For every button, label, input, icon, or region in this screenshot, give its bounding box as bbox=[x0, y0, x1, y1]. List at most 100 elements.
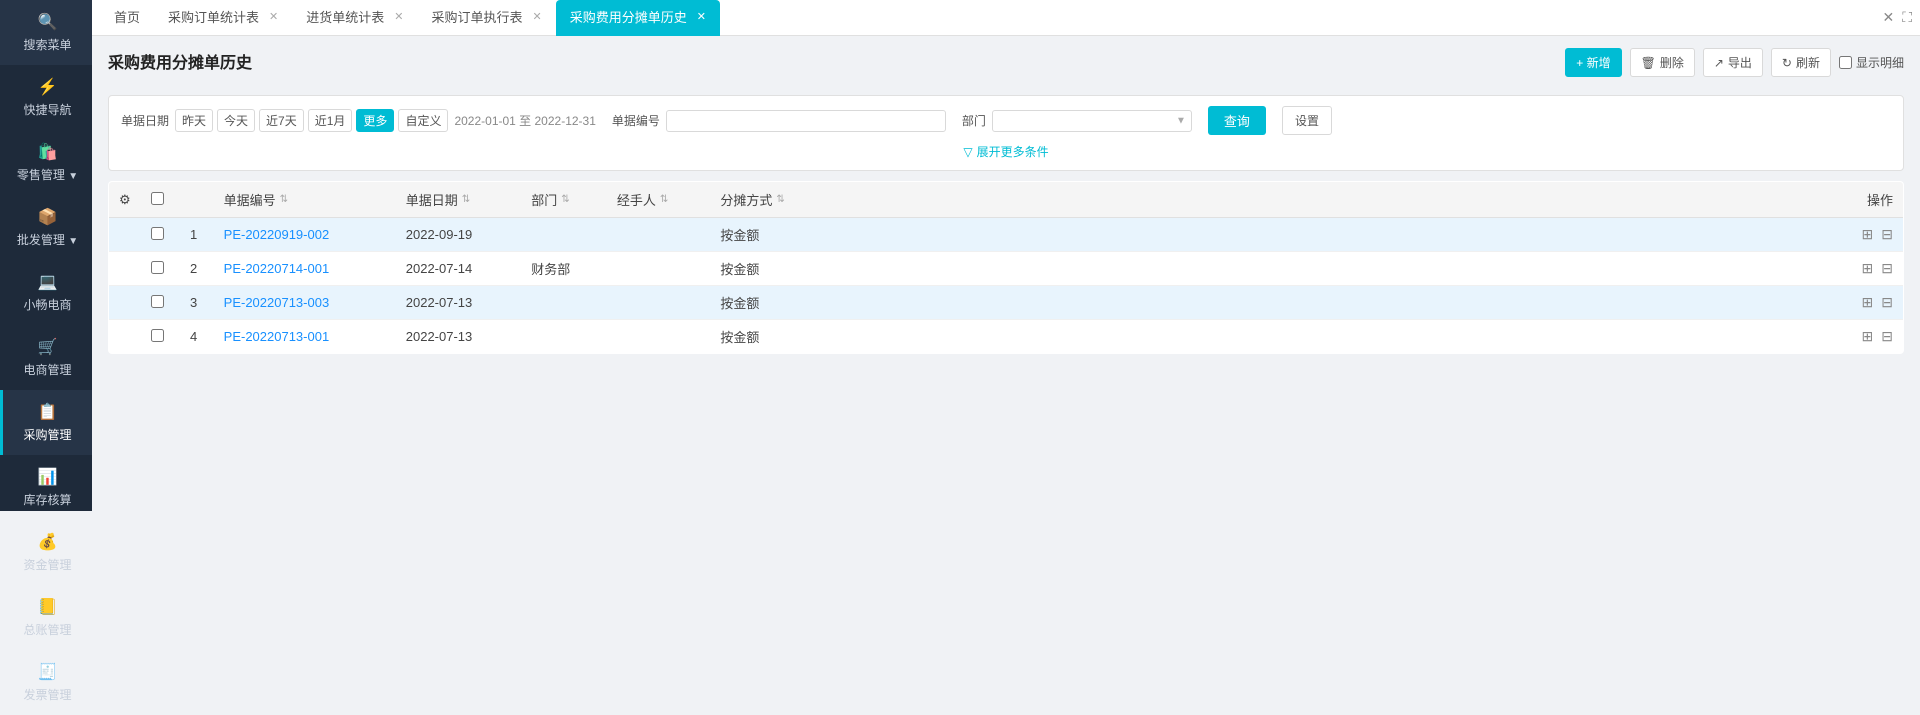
filter-dept: 部门 ▼ bbox=[962, 110, 1192, 132]
date-label: 单据日期 bbox=[121, 112, 169, 129]
wholesale-icon: 📦 bbox=[9, 207, 86, 227]
docno-link[interactable]: PE-20220919-002 bbox=[224, 227, 330, 242]
date-btn-today[interactable]: 今天 bbox=[217, 109, 255, 132]
tab-purchase-order-stats[interactable]: 采购订单统计表 ✕ bbox=[154, 0, 292, 36]
refresh-button[interactable]: ↻ 刷新 bbox=[1771, 48, 1831, 77]
docno-link[interactable]: PE-20220714-001 bbox=[224, 261, 330, 276]
tab-purchase-cost-history[interactable]: 采购费用分摊单历史 ✕ bbox=[556, 0, 720, 36]
sort-dept-icon[interactable]: ⇅ bbox=[561, 194, 569, 205]
row-more-icon[interactable]: ⊟ bbox=[1881, 260, 1893, 277]
tab-close-purchase-execute[interactable]: ✕ bbox=[533, 10, 542, 23]
row-settings[interactable] bbox=[109, 286, 141, 320]
row-more-icon[interactable]: ⊟ bbox=[1881, 294, 1893, 311]
row-edit-icon[interactable]: ⊞ bbox=[1862, 294, 1874, 311]
filter-row: 单据日期 昨天 今天 近7天 近1月 更多 自定义 2022-01-01 至 2… bbox=[121, 106, 1891, 135]
sidebar-item-invoice[interactable]: 🧾 发票管理 bbox=[0, 650, 92, 715]
dept-select[interactable] bbox=[992, 110, 1192, 132]
query-button[interactable]: 查询 bbox=[1208, 106, 1266, 135]
dept-label: 部门 bbox=[962, 112, 986, 129]
tab-purchase-execute[interactable]: 采购订单执行表 ✕ bbox=[417, 0, 555, 36]
row-date: 2022-07-14 bbox=[396, 252, 521, 286]
export-button[interactable]: ↗ 导出 bbox=[1703, 48, 1763, 77]
tab-close-purchase-cost-history[interactable]: ✕ bbox=[697, 10, 706, 23]
docno-input[interactable] bbox=[666, 110, 946, 132]
row-split-method: 按金额 bbox=[710, 218, 1787, 252]
sidebar-item-ecommerce[interactable]: 🛒 电商管理 bbox=[0, 325, 92, 390]
ecommerce-icon: 🛒 bbox=[9, 337, 86, 357]
show-detail-checkbox[interactable]: 显示明细 bbox=[1839, 54, 1904, 71]
inventory-icon: 📊 bbox=[9, 467, 86, 487]
page-title: 采购费用分摊单历史 bbox=[108, 49, 252, 73]
row-edit-icon[interactable]: ⊞ bbox=[1862, 260, 1874, 277]
show-detail-input[interactable] bbox=[1839, 56, 1852, 69]
row-more-icon[interactable]: ⊟ bbox=[1881, 226, 1893, 243]
tab-close-purchase-order-stats[interactable]: ✕ bbox=[269, 10, 278, 23]
date-btn-yesterday[interactable]: 昨天 bbox=[175, 109, 213, 132]
row-actions: ⊞ ⊟ bbox=[1787, 320, 1903, 354]
row-checkbox[interactable] bbox=[141, 320, 174, 354]
ecommerce-small-icon: 💻 bbox=[9, 272, 86, 292]
sidebar-item-purchase[interactable]: 📋 采购管理 bbox=[0, 390, 92, 455]
th-action: 操作 bbox=[1787, 182, 1903, 218]
sort-date-icon[interactable]: ⇅ bbox=[462, 194, 470, 205]
add-button[interactable]: + 新增 bbox=[1565, 48, 1621, 77]
date-btn-1month[interactable]: 近1月 bbox=[308, 109, 353, 132]
date-btn-7days[interactable]: 近7天 bbox=[259, 109, 304, 132]
docno-label: 单据编号 bbox=[612, 112, 660, 129]
sort-docno-icon[interactable]: ⇅ bbox=[280, 194, 288, 205]
row-dept: 财务部 bbox=[521, 252, 607, 286]
row-docno: PE-20220919-002 bbox=[214, 218, 396, 252]
docno-link[interactable]: PE-20220713-003 bbox=[224, 295, 330, 310]
row-more-icon[interactable]: ⊟ bbox=[1881, 328, 1893, 345]
row-handler bbox=[607, 218, 711, 252]
row-edit-icon[interactable]: ⊞ bbox=[1862, 226, 1874, 243]
row-num: 2 bbox=[174, 252, 214, 286]
tab-close-inbound-stats[interactable]: ✕ bbox=[394, 10, 403, 23]
tab-inbound-stats[interactable]: 进货单统计表 ✕ bbox=[292, 0, 417, 36]
row-settings[interactable] bbox=[109, 320, 141, 354]
sidebar-item-finance[interactable]: 💰 资金管理 bbox=[0, 520, 92, 585]
maximize-icon[interactable]: ⛶ bbox=[1902, 9, 1912, 26]
sidebar-item-search[interactable]: 🔍 搜索菜单 bbox=[0, 0, 92, 65]
docno-link[interactable]: PE-20220713-001 bbox=[224, 329, 330, 344]
row-settings[interactable] bbox=[109, 252, 141, 286]
row-date: 2022-07-13 bbox=[396, 286, 521, 320]
th-handler: 经手人 ⇅ bbox=[607, 182, 711, 218]
row-checkbox[interactable] bbox=[141, 252, 174, 286]
close-all-tabs-icon[interactable]: ✕ bbox=[1882, 9, 1894, 26]
filter-bar: 单据日期 昨天 今天 近7天 近1月 更多 自定义 2022-01-01 至 2… bbox=[108, 95, 1904, 171]
sidebar-item-ecommerce-small[interactable]: 💻 小畅电商 bbox=[0, 260, 92, 325]
th-settings[interactable]: ⚙ bbox=[109, 182, 141, 218]
sidebar-item-retail[interactable]: 🛍️ 零售管理 ▼ bbox=[0, 130, 92, 195]
sidebar-item-wholesale[interactable]: 📦 批发管理 ▼ bbox=[0, 195, 92, 260]
table-row: 1 PE-20220919-002 2022-09-19 按金额 ⊞ ⊟ bbox=[109, 218, 1904, 252]
sort-handler-icon[interactable]: ⇅ bbox=[660, 194, 668, 205]
filter-settings-button[interactable]: 设置 bbox=[1282, 106, 1332, 135]
toolbar: + 新增 🗑 删除 ↗ 导出 ↻ 刷新 显示明细 bbox=[1565, 48, 1904, 77]
sidebar-item-quick-nav[interactable]: ⚡ 快捷导航 bbox=[0, 65, 92, 130]
ledger-icon: 📒 bbox=[9, 597, 86, 617]
row-edit-icon[interactable]: ⊞ bbox=[1862, 328, 1874, 345]
row-split-method: 按金额 bbox=[710, 286, 1787, 320]
delete-button[interactable]: 🗑 删除 bbox=[1630, 48, 1695, 77]
sidebar-item-ledger[interactable]: 📒 总账管理 bbox=[0, 585, 92, 650]
date-btn-custom[interactable]: 自定义 bbox=[398, 109, 448, 132]
delete-icon: 🗑 bbox=[1641, 56, 1656, 70]
row-checkbox[interactable] bbox=[141, 286, 174, 320]
tab-bar: 首页 采购订单统计表 ✕ 进货单统计表 ✕ 采购订单执行表 ✕ 采购费用分摊单历… bbox=[92, 0, 1920, 36]
row-dept bbox=[521, 218, 607, 252]
sort-split-icon[interactable]: ⇅ bbox=[776, 194, 784, 205]
row-actions: ⊞ ⊟ bbox=[1787, 286, 1903, 320]
row-checkbox[interactable] bbox=[141, 218, 174, 252]
date-btn-more[interactable]: 更多 bbox=[356, 109, 394, 132]
expand-more-btn[interactable]: ▽ 展开更多条件 bbox=[121, 143, 1891, 160]
finance-icon: 💰 bbox=[9, 532, 86, 552]
select-all-checkbox[interactable] bbox=[151, 192, 164, 205]
row-settings[interactable] bbox=[109, 218, 141, 252]
search-icon: 🔍 bbox=[9, 12, 86, 32]
tab-home[interactable]: 首页 bbox=[100, 0, 154, 36]
tab-bar-right: ✕ ⛶ bbox=[1882, 9, 1912, 26]
retail-icon: 🛍️ bbox=[9, 142, 86, 162]
sidebar-item-inventory[interactable]: 📊 库存核算 bbox=[0, 455, 92, 520]
row-split-method: 按金额 bbox=[710, 320, 1787, 354]
